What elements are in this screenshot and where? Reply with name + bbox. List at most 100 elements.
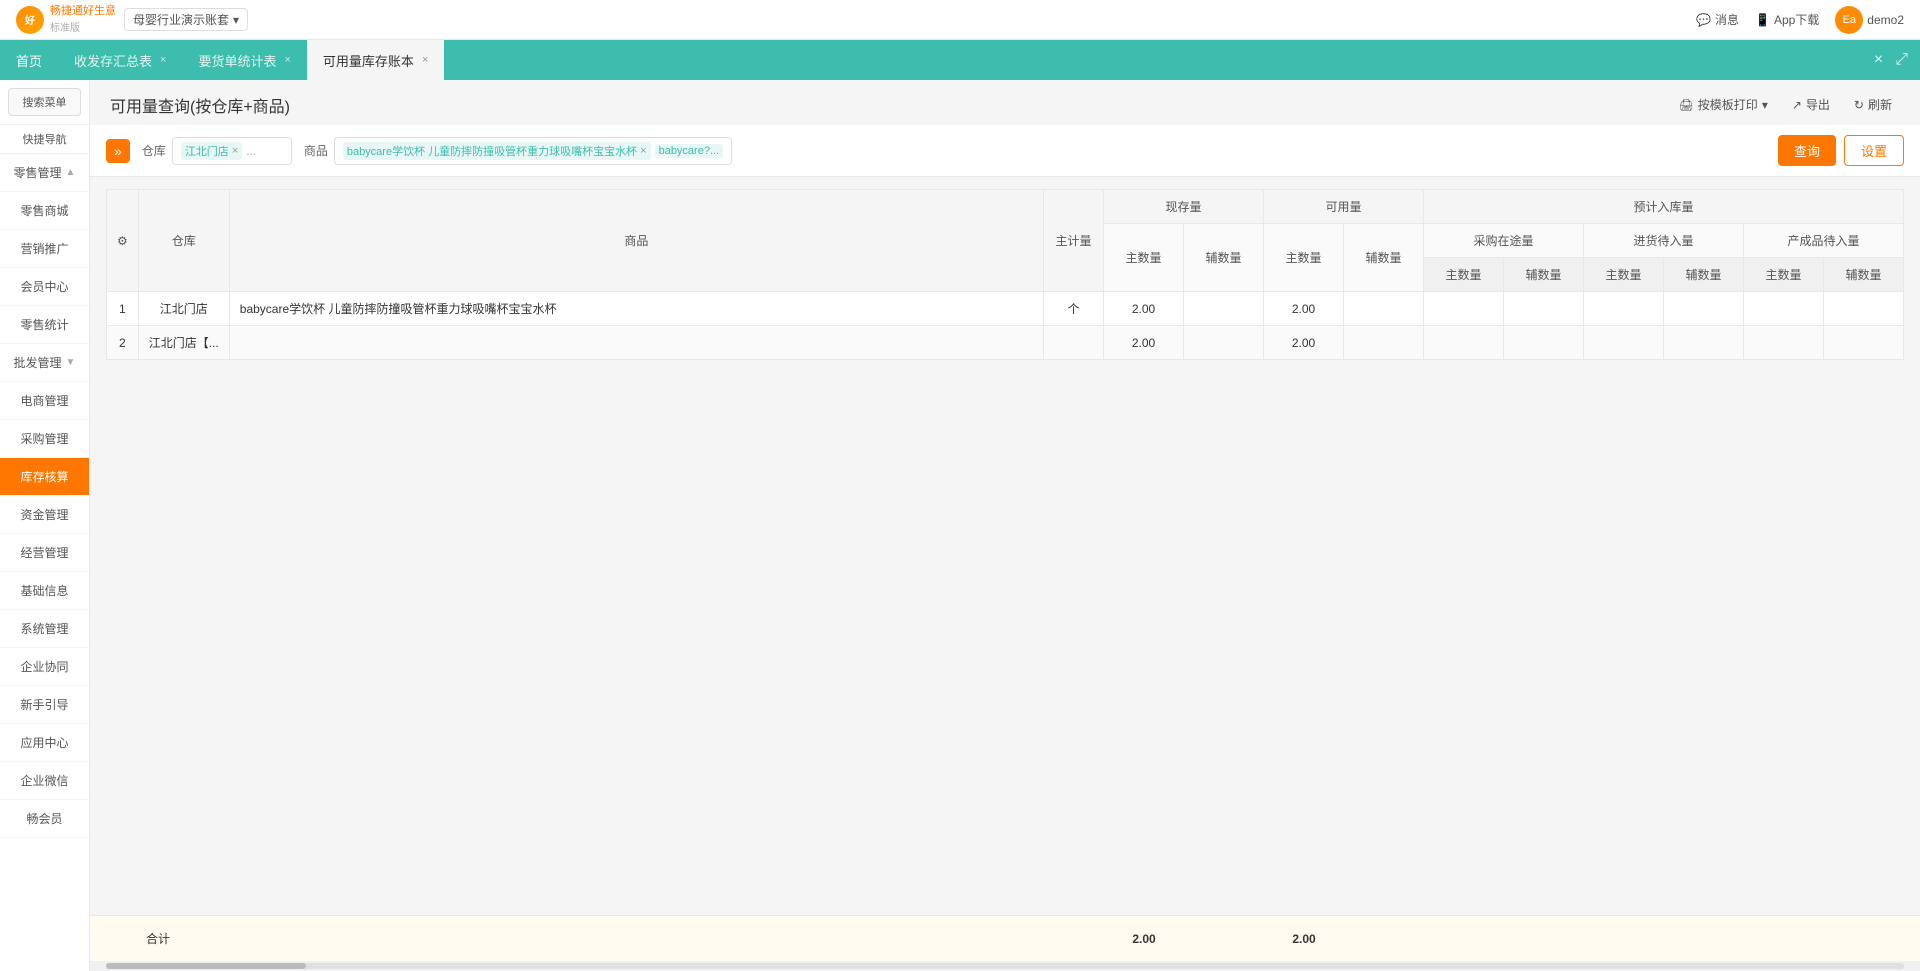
scroll-thumb[interactable] xyxy=(106,963,306,969)
th-unit: 主计量 xyxy=(1044,190,1104,292)
tab-receipts[interactable]: 收发存汇总表 × xyxy=(58,40,182,80)
warehouse-filter-label: 仓库 xyxy=(142,142,166,159)
th-production-aux: 辅数量 xyxy=(1824,258,1904,292)
inventory-label: 库存核算 xyxy=(20,468,68,485)
top-bar: 好 畅捷通好生意 标准版 母婴行业演示账套 ▾ 💬 消息 📱 App下载 Ea … xyxy=(0,0,1920,40)
download-label: App下载 xyxy=(1774,11,1819,28)
sidebar-item-marketing[interactable]: 营销推广 xyxy=(0,230,89,268)
footer-spacer xyxy=(106,924,136,953)
filter-expand-button[interactable]: » xyxy=(106,139,130,163)
user-menu[interactable]: Ea demo2 xyxy=(1835,6,1904,34)
sidebar-item-vip[interactable]: 畅会员 xyxy=(0,800,89,838)
available-tab-close[interactable]: × xyxy=(422,54,428,66)
sidebar-item-apps[interactable]: 应用中心 xyxy=(0,724,89,762)
maximize-button[interactable]: ⤢ xyxy=(1891,47,1912,73)
avatar-text: Ea xyxy=(1843,14,1856,26)
receipts-tab-label: 收发存汇总表 xyxy=(74,51,152,70)
refresh-label: 刷新 xyxy=(1868,96,1892,113)
available-tab-label: 可用量库存账本 xyxy=(323,51,414,70)
sidebar-item-purchase[interactable]: 采购管理 xyxy=(0,420,89,458)
th-incoming-aux: 辅数量 xyxy=(1664,258,1744,292)
warehouse-dots[interactable]: ... xyxy=(246,144,256,158)
refresh-button[interactable]: ↻ 刷新 xyxy=(1846,92,1900,117)
tab-available[interactable]: 可用量库存账本 × xyxy=(307,40,444,80)
sidebar-item-finance[interactable]: 资金管理 xyxy=(0,496,89,534)
th-purchase-aux: 辅数量 xyxy=(1504,258,1584,292)
chevron-down-icon-2: ▾ xyxy=(1762,98,1768,112)
th-forecast: 预计入库量 xyxy=(1424,190,1904,224)
quick-nav-button[interactable]: 快捷导航 xyxy=(0,125,89,154)
sidebar-item-newbie[interactable]: 新手引导 xyxy=(0,686,89,724)
footer-stock-aux xyxy=(1184,924,1264,953)
page-header: 可用量查询(按仓库+商品) 🖨 按模板打印 ▾ ↗ 导出 ↻ 刷新 xyxy=(90,80,1920,125)
sidebar-item-retail-mall[interactable]: 零售商城 xyxy=(0,192,89,230)
footer-unit-spacer xyxy=(1044,924,1104,953)
export-label: 导出 xyxy=(1806,96,1830,113)
product-tag-2: babycare?... xyxy=(655,144,724,158)
sidebar-search-area: 搜索菜单 xyxy=(0,80,89,125)
row1-avail-aux xyxy=(1344,292,1424,326)
row2-incoming-aux xyxy=(1664,326,1744,360)
chevron-down-icon: ▾ xyxy=(233,13,239,27)
print-button[interactable]: 🖨 按模板打印 ▾ xyxy=(1671,92,1776,117)
system-label: 系统管理 xyxy=(20,620,68,637)
table-row: 1 江北门店 babycare学饮杯 儿童防摔防撞吸管杯重力球吸嘴杯宝宝水杯 个… xyxy=(107,292,1904,326)
inventory-table: ⚙ 仓库 商品 主计量 现存量 可用量 预计入库量 主数量 辅数量 主数量 辅数… xyxy=(106,189,1904,360)
row2-warehouse: 江北门店【... xyxy=(138,326,229,360)
th-production-main: 主数量 xyxy=(1744,258,1824,292)
export-button[interactable]: ↗ 导出 xyxy=(1784,92,1838,117)
tab-orders[interactable]: 要货单统计表 × xyxy=(182,40,306,80)
sidebar-item-enterprise[interactable]: 企业协同 xyxy=(0,648,89,686)
horizontal-scrollbar[interactable] xyxy=(90,961,1920,971)
export-icon: ↗ xyxy=(1792,98,1802,112)
content-area: 可用量查询(按仓库+商品) 🖨 按模板打印 ▾ ↗ 导出 ↻ 刷新 » xyxy=(90,80,1920,971)
sidebar-item-enterprise-wx[interactable]: 企业微信 xyxy=(0,762,89,800)
footer-purchase-aux xyxy=(1504,924,1584,953)
basic-label: 基础信息 xyxy=(20,582,68,599)
home-tab-label: 首页 xyxy=(16,51,42,70)
search-menu-button[interactable]: 搜索菜单 xyxy=(8,88,81,116)
refresh-icon: ↻ xyxy=(1854,98,1864,112)
tabs-spacer xyxy=(444,40,1861,80)
member-label: 会员中心 xyxy=(20,278,68,295)
main-layout: 搜索菜单 快捷导航 零售管理 ▲ 零售商城 营销推广 会员中心 零售统计 批发管… xyxy=(0,80,1920,971)
sidebar-item-operation[interactable]: 经营管理 xyxy=(0,534,89,572)
tab-home[interactable]: 首页 xyxy=(0,40,58,80)
sidebar-item-inventory[interactable]: 库存核算 xyxy=(0,458,89,496)
sidebar-item-wholesale[interactable]: 批发管理 ▼ xyxy=(0,344,89,382)
apps-label: 应用中心 xyxy=(20,734,68,751)
settings-button[interactable]: 设置 xyxy=(1844,135,1904,166)
table-header-row-1: ⚙ 仓库 商品 主计量 现存量 可用量 预计入库量 xyxy=(107,190,1904,224)
row1-purchase-aux xyxy=(1504,292,1584,326)
close-all-tabs-button[interactable]: × xyxy=(1870,47,1887,73)
industry-selector[interactable]: 母婴行业演示账套 ▾ xyxy=(124,8,248,31)
nav-tabs-actions: × ⤢ xyxy=(1862,40,1920,80)
footer-avail-main: 2.00 xyxy=(1264,924,1344,953)
row1-production-aux xyxy=(1824,292,1904,326)
footer-incoming-main xyxy=(1584,924,1664,953)
product-filter-input[interactable]: babycare学饮杯 儿童防摔防撞吸管杯重力球吸嘴杯宝宝水杯 × babyca… xyxy=(334,137,732,165)
sidebar-item-system[interactable]: 系统管理 xyxy=(0,610,89,648)
receipts-tab-close[interactable]: × xyxy=(160,54,166,66)
warehouse-tag-text: 江北门店 xyxy=(185,143,229,159)
app-download-button[interactable]: 📱 App下载 xyxy=(1755,11,1819,28)
warehouse-tag-close[interactable]: × xyxy=(232,145,238,157)
sidebar-item-basic[interactable]: 基础信息 xyxy=(0,572,89,610)
query-button[interactable]: 查询 xyxy=(1778,135,1836,166)
sidebar-item-member[interactable]: 会员中心 xyxy=(0,268,89,306)
logo-area: 好 畅捷通好生意 标准版 xyxy=(16,5,116,33)
sidebar: 搜索菜单 快捷导航 零售管理 ▲ 零售商城 营销推广 会员中心 零售统计 批发管… xyxy=(0,80,90,971)
sidebar-item-retail-stats[interactable]: 零售统计 xyxy=(0,306,89,344)
th-available: 可用量 xyxy=(1264,190,1424,224)
row2-purchase-main xyxy=(1424,326,1504,360)
sidebar-item-ecommerce[interactable]: 电商管理 xyxy=(0,382,89,420)
sidebar-item-retail-mgmt[interactable]: 零售管理 ▲ xyxy=(0,154,89,192)
message-button[interactable]: 💬 消息 xyxy=(1696,11,1739,28)
warehouse-filter-input[interactable]: 江北门店 × ... xyxy=(172,137,292,165)
orders-tab-close[interactable]: × xyxy=(284,54,290,66)
message-icon: 💬 xyxy=(1696,13,1711,27)
row2-stock-aux xyxy=(1184,326,1264,360)
product-tag-1-close[interactable]: × xyxy=(640,145,646,157)
printer-icon: 🖨 xyxy=(1679,98,1694,112)
row2-purchase-aux xyxy=(1504,326,1584,360)
